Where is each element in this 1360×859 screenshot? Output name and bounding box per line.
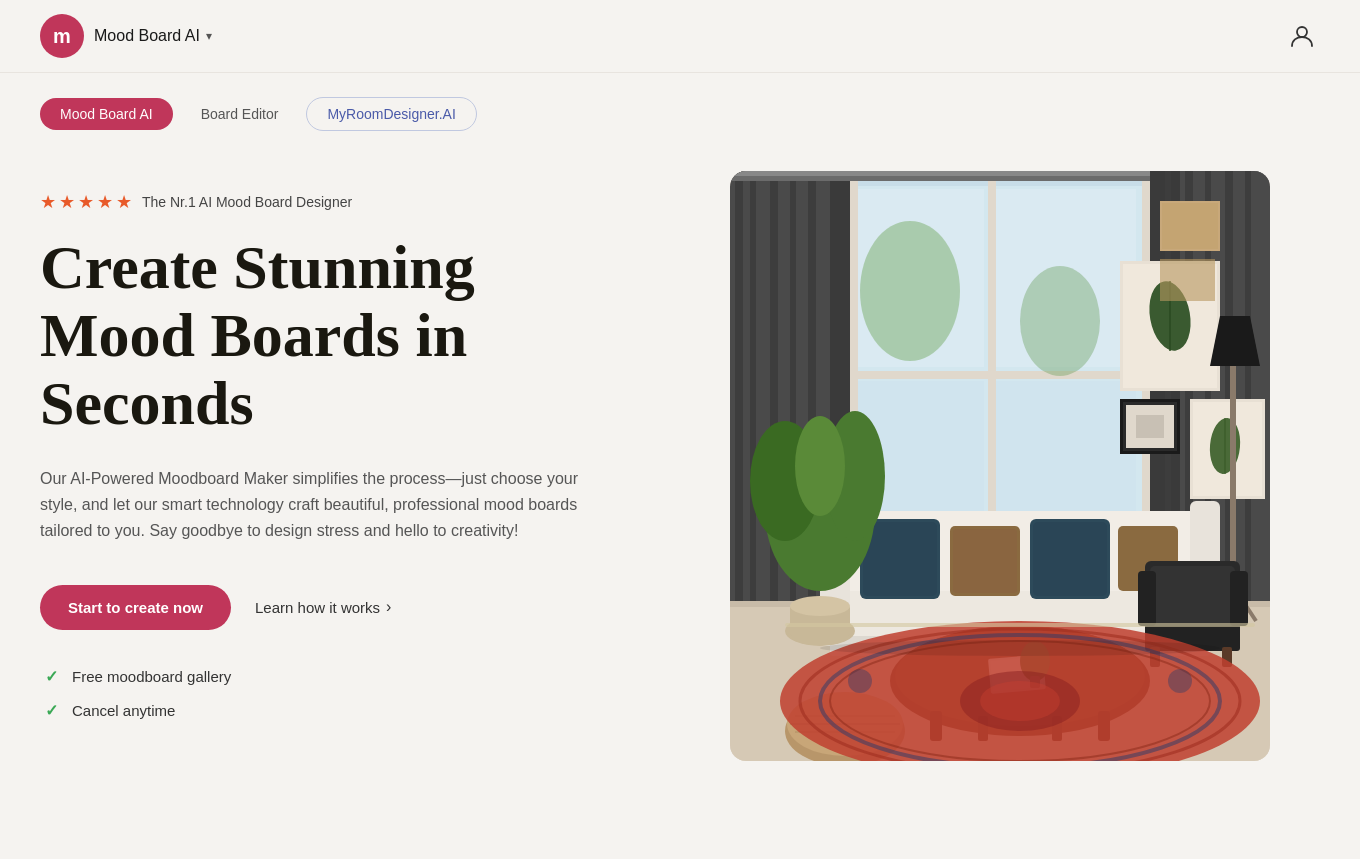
logo-letter: m [53,25,71,48]
svg-rect-91 [1138,571,1156,626]
tab-myroom-designer[interactable]: MyRoomDesigner.AI [306,97,476,131]
svg-point-23 [860,221,960,361]
svg-rect-31 [1245,171,1251,601]
rating-label: The Nr.1 AI Mood Board Designer [142,194,352,210]
svg-point-102 [820,640,1220,656]
learn-how-link[interactable]: Learn how it works › [255,598,391,616]
svg-point-99 [848,669,872,693]
right-column [680,171,1320,761]
star-1: ★ [40,191,56,213]
arrow-right-icon: › [386,598,391,616]
tab-mood-board-ai[interactable]: Mood Board AI [40,98,173,130]
chevron-down-icon: ▾ [206,29,212,43]
svg-rect-6 [735,171,743,601]
check-icon-cancel: ✓ [40,700,62,722]
nav-tabs: Mood Board AI Board Editor MyRoomDesigne… [0,73,1360,151]
star-4: ★ [97,191,113,213]
svg-rect-33 [1162,203,1218,249]
star-3: ★ [78,191,94,213]
logo[interactable]: m [40,14,84,58]
start-create-button[interactable]: Start to create now [40,585,231,630]
svg-rect-42 [1136,415,1164,438]
left-column: ★ ★ ★ ★ ★ The Nr.1 AI Mood Board Designe… [40,171,620,722]
svg-rect-101 [785,623,1255,627]
svg-rect-58 [863,522,937,596]
svg-point-98 [980,681,1060,721]
stars-display: ★ ★ ★ ★ ★ [40,191,132,213]
cta-row: Start to create now Learn how it works › [40,585,620,630]
tab-board-editor[interactable]: Board Editor [181,98,299,130]
hero-description: Our AI-Powered Moodboard Maker simplifie… [40,466,580,545]
svg-rect-62 [1033,522,1107,596]
header-right [1284,18,1320,54]
feature-item-gallery: ✓ Free moodboard gallery [40,666,620,688]
svg-rect-38 [1160,259,1215,301]
svg-rect-60 [953,529,1017,593]
header: m Mood Board AI ▾ [0,0,1360,73]
svg-point-24 [1020,266,1100,376]
app-name-nav[interactable]: Mood Board AI ▾ [94,27,212,45]
svg-point-100 [1168,669,1192,693]
rating-row: ★ ★ ★ ★ ★ The Nr.1 AI Mood Board Designe… [40,191,620,213]
svg-rect-92 [1230,571,1248,626]
svg-point-78 [790,596,850,616]
svg-point-0 [1297,27,1307,37]
svg-point-75 [795,416,845,516]
hero-headline: Create Stunning Mood Boards in Seconds [40,233,620,438]
star-5: ★ [116,191,132,213]
header-left: m Mood Board AI ▾ [40,14,212,58]
star-2: ★ [59,191,75,213]
svg-rect-17 [850,371,1150,379]
main-content: ★ ★ ★ ★ ★ The Nr.1 AI Mood Board Designe… [0,151,1360,801]
hero-room-image [730,171,1270,761]
svg-rect-7 [750,171,756,601]
check-icon-gallery: ✓ [40,666,62,688]
user-account-button[interactable] [1284,18,1320,54]
features-list: ✓ Free moodboard gallery ✓ Cancel anytim… [40,666,620,722]
feature-item-cancel: ✓ Cancel anytime [40,700,620,722]
svg-rect-47 [1230,366,1236,586]
